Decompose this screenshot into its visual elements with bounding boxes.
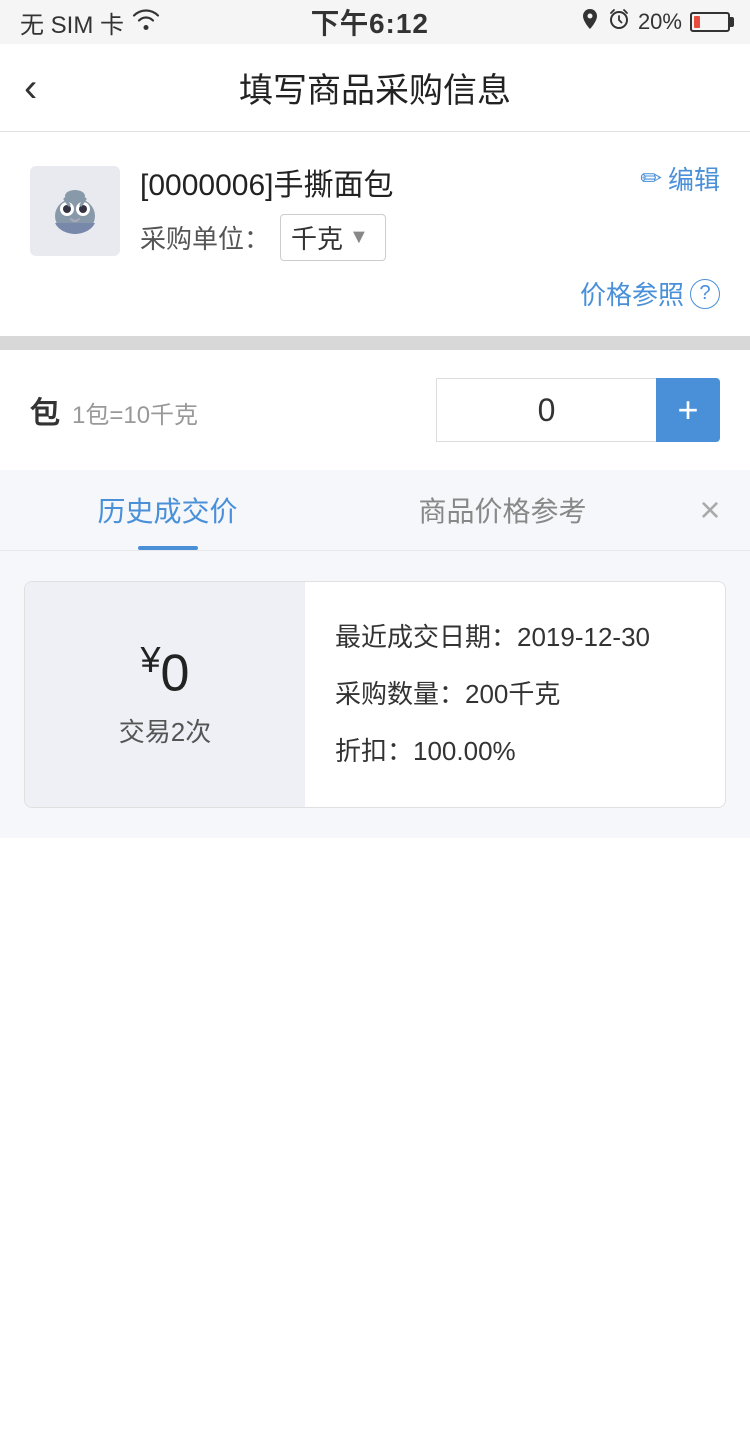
price-yen-symbol: ¥ <box>141 639 161 680</box>
status-time: 下午6:12 <box>311 2 429 42</box>
tabs-header: 历史成交价 商品价格参考 × <box>0 470 750 551</box>
product-info: [0000006]手撕面包 采购单位： 千克 ▼ <box>140 160 393 261</box>
price-ref-button[interactable]: 价格参照 ? <box>580 275 720 312</box>
tab-product-price-ref-label: 商品价格参考 <box>418 490 586 530</box>
location-icon <box>580 8 600 36</box>
conversion-hint: 1包=10千克 <box>72 395 198 430</box>
status-right: 20% <box>580 8 730 36</box>
quantity-row: 包 1包=10千克 0 + <box>0 350 750 470</box>
price-card-left: ¥0 交易2次 <box>25 582 305 807</box>
quantity-input[interactable]: 0 <box>436 378 656 442</box>
price-card: ¥0 交易2次 最近成交日期：2019-12-30 采购数量：200千克 折扣：… <box>24 581 726 808</box>
tab-active-underline <box>138 546 198 550</box>
page-background <box>0 838 750 1456</box>
recent-date-value: 2019-12-30 <box>517 622 650 652</box>
price-main-value: ¥0 <box>141 640 190 703</box>
tab-product-price-ref[interactable]: 商品价格参考 <box>335 470 670 550</box>
battery-indicator <box>690 12 730 32</box>
purchase-qty-label: 采购数量： <box>335 679 465 709</box>
purchase-qty-row: 采购数量：200千克 <box>335 675 695 714</box>
product-thumbnail <box>30 166 120 256</box>
recent-date-label: 最近成交日期： <box>335 622 517 652</box>
recent-date-row: 最近成交日期：2019-12-30 <box>335 618 695 657</box>
quantity-label-group: 包 1包=10千克 <box>30 388 198 432</box>
product-unit-row: 采购单位： 千克 ▼ <box>140 214 393 261</box>
no-sim-text: 无 SIM 卡 <box>20 5 124 40</box>
nav-bar: ‹ 填写商品采购信息 <box>0 44 750 132</box>
back-button[interactable]: ‹ <box>24 68 37 108</box>
tabs-panel: 历史成交价 商品价格参考 × ¥0 交易2次 最近成交日期：2019-12-30 <box>0 470 750 838</box>
wifi-icon <box>132 8 160 37</box>
discount-label: 折扣： <box>335 736 413 766</box>
quantity-plus-button[interactable]: + <box>656 378 720 442</box>
page-title: 填写商品采购信息 <box>239 63 511 112</box>
unit-dropdown-arrow: ▼ <box>349 226 369 249</box>
tab-history-price[interactable]: 历史成交价 <box>0 470 335 550</box>
plus-label: + <box>677 389 698 431</box>
edit-icon: ✏ <box>640 163 662 194</box>
price-ref-question-icon: ? <box>690 279 720 309</box>
status-left: 无 SIM 卡 <box>20 5 160 40</box>
unit-label-text: 采购单位： <box>140 219 270 256</box>
product-card: [0000006]手撕面包 采购单位： 千克 ▼ ✏ 编辑 价格参照 ? <box>0 132 750 336</box>
price-trade-count: 交易2次 <box>119 712 211 749</box>
tab-history-price-label: 历史成交价 <box>97 490 237 530</box>
unit-select[interactable]: 千克 ▼ <box>280 214 386 261</box>
price-ref-label: 价格参照 <box>580 275 684 312</box>
price-number: 0 <box>161 644 190 702</box>
battery-text: 20% <box>638 9 682 35</box>
product-bottom: 价格参照 ? <box>30 275 720 312</box>
tab-close-button[interactable]: × <box>670 470 750 550</box>
discount-row: 折扣：100.00% <box>335 732 695 771</box>
purchase-qty-value: 200千克 <box>465 679 560 709</box>
edit-label: 编辑 <box>668 160 720 197</box>
edit-button[interactable]: ✏ 编辑 <box>640 160 720 197</box>
unit-value: 千克 <box>291 219 343 256</box>
quantity-input-group: 0 + <box>436 378 720 442</box>
status-bar: 无 SIM 卡 下午6:12 20% <box>0 0 750 44</box>
product-top: [0000006]手撕面包 采购单位： 千克 ▼ ✏ 编辑 <box>30 160 720 261</box>
price-card-right: 最近成交日期：2019-12-30 采购数量：200千克 折扣：100.00% <box>305 582 725 807</box>
alarm-icon <box>608 8 630 36</box>
product-name: [0000006]手撕面包 <box>140 160 393 204</box>
price-list: ¥0 交易2次 最近成交日期：2019-12-30 采购数量：200千克 折扣：… <box>0 551 750 838</box>
section-divider <box>0 336 750 350</box>
discount-value: 100.00% <box>413 736 516 766</box>
close-icon: × <box>699 489 720 531</box>
product-left: [0000006]手撕面包 采购单位： 千克 ▼ <box>30 160 393 261</box>
package-unit-label: 包 <box>30 388 60 432</box>
